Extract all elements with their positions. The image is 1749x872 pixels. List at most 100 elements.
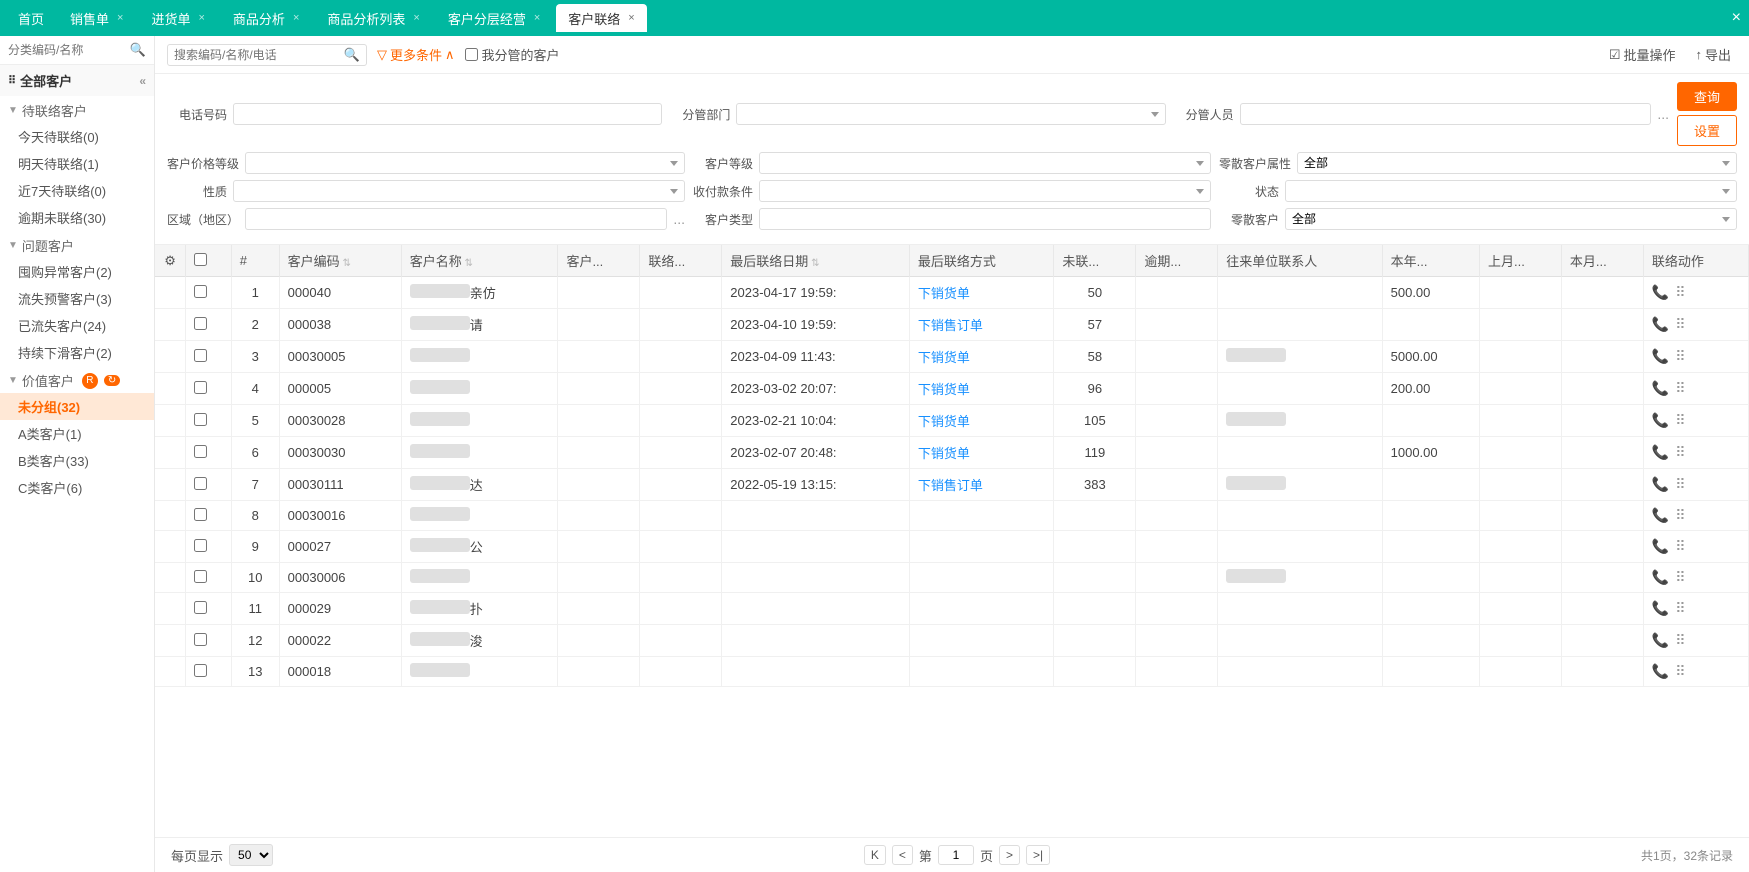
close-sales-icon[interactable]: × — [117, 12, 123, 24]
sidebar-group-problem[interactable]: ▼ 问题客户 — [0, 231, 154, 258]
row-checkbox[interactable] — [194, 413, 207, 426]
settings-column-header[interactable]: ⚙ — [155, 245, 186, 277]
method-link[interactable]: 下销售订单 — [918, 318, 983, 333]
phone-action-icon[interactable]: 📞 — [1652, 284, 1669, 301]
more-action-icon[interactable]: ⠿ — [1675, 600, 1685, 617]
person-input[interactable] — [1240, 103, 1652, 125]
collapse-sidebar-icon[interactable]: « — [139, 74, 146, 88]
sidebar-item-ungrouped[interactable]: 未分组(32) — [0, 393, 154, 420]
more-action-icon[interactable]: ⠿ — [1675, 284, 1685, 301]
window-close-button[interactable]: × — [1732, 9, 1741, 27]
select-all-checkbox[interactable] — [194, 253, 207, 266]
page-prev-btn[interactable]: < — [892, 845, 913, 865]
close-purchase-icon[interactable]: × — [198, 12, 204, 24]
sidebar-item-overdue[interactable]: 逾期未联络(30) — [0, 204, 154, 231]
nav-tab-sales[interactable]: 销售单 × — [58, 4, 135, 32]
sidebar-item-churned[interactable]: 已流失客户(24) — [0, 312, 154, 339]
phone-input[interactable] — [233, 103, 662, 125]
row-checkbox[interactable] — [194, 317, 207, 330]
page-next-btn[interactable]: > — [999, 845, 1020, 865]
row-checkbox[interactable] — [194, 539, 207, 552]
phone-action-icon[interactable]: 📞 — [1652, 569, 1669, 586]
phone-action-icon[interactable]: 📞 — [1652, 348, 1669, 365]
query-button[interactable]: 查询 — [1677, 82, 1737, 111]
nav-tab-analysis[interactable]: 商品分析 × — [221, 4, 311, 32]
row-checkbox[interactable] — [194, 381, 207, 394]
sidebar-item-churn-warning[interactable]: 流失预警客户(3) — [0, 285, 154, 312]
row-checkbox[interactable] — [194, 508, 207, 521]
price-level-select[interactable] — [245, 152, 685, 174]
sidebar-item-hoarding[interactable]: 囤购异常客户(2) — [0, 258, 154, 285]
method-link[interactable]: 下销货单 — [918, 350, 970, 365]
nav-tab-customer-segment[interactable]: 客户分层经营 × — [436, 4, 552, 32]
gender-select[interactable] — [233, 180, 685, 202]
sidebar-group-pending[interactable]: ▼ 待联络客户 — [0, 96, 154, 123]
batch-ops-btn[interactable]: ☑ 批量操作 — [1603, 42, 1682, 67]
region-input[interactable] — [245, 208, 667, 230]
code-column-header[interactable]: 客户编码 — [279, 245, 401, 277]
sidebar-item-today[interactable]: 今天待联络(0) — [0, 123, 154, 150]
retail-attr-select[interactable]: 全部 — [1297, 152, 1737, 174]
phone-action-icon[interactable]: 📞 — [1652, 412, 1669, 429]
phone-action-icon[interactable]: 📞 — [1652, 600, 1669, 617]
close-analysis-icon[interactable]: × — [293, 12, 299, 24]
phone-action-icon[interactable]: 📞 — [1652, 507, 1669, 524]
more-action-icon[interactable]: ⠿ — [1675, 412, 1685, 429]
payment-select[interactable] — [759, 180, 1211, 202]
page-first-btn[interactable]: K — [864, 845, 886, 865]
row-checkbox[interactable] — [194, 601, 207, 614]
row-checkbox[interactable] — [194, 664, 207, 677]
sidebar-item-7days[interactable]: 近7天待联络(0) — [0, 177, 154, 204]
sidebar-search-icon[interactable]: 🔍 — [130, 42, 146, 58]
method-link[interactable]: 下销售订单 — [918, 478, 983, 493]
method-link[interactable]: 下销货单 — [918, 446, 970, 461]
phone-action-icon[interactable]: 📞 — [1652, 316, 1669, 333]
region-more-icon[interactable]: ... — [673, 211, 685, 227]
search-icon[interactable]: 🔍 — [344, 47, 360, 63]
row-checkbox[interactable] — [194, 570, 207, 583]
row-checkbox[interactable] — [194, 633, 207, 646]
phone-action-icon[interactable]: 📞 — [1652, 663, 1669, 680]
row-checkbox[interactable] — [194, 285, 207, 298]
customer-level-select[interactable] — [759, 152, 1211, 174]
more-action-icon[interactable]: ⠿ — [1675, 316, 1685, 333]
nav-tab-purchase[interactable]: 进货单 × — [139, 4, 216, 32]
sidebar-item-declining[interactable]: 持续下滑客户(2) — [0, 339, 154, 366]
more-action-icon[interactable]: ⠿ — [1675, 348, 1685, 365]
name-column-header[interactable]: 客户名称 — [401, 245, 558, 277]
sidebar-item-a-class[interactable]: A类客户(1) — [0, 420, 154, 447]
reset-button[interactable]: 设置 — [1677, 115, 1737, 146]
page-input[interactable] — [938, 845, 974, 865]
sidebar-item-c-class[interactable]: C类客户(6) — [0, 474, 154, 501]
status-select[interactable] — [1285, 180, 1737, 202]
export-btn[interactable]: ↑ 导出 — [1689, 42, 1737, 67]
more-action-icon[interactable]: ⠿ — [1675, 569, 1685, 586]
more-action-icon[interactable]: ⠿ — [1675, 632, 1685, 649]
phone-action-icon[interactable]: 📞 — [1652, 444, 1669, 461]
close-segment-icon[interactable]: × — [534, 12, 540, 24]
all-customers-section[interactable]: ⠿ 全部客户 « — [0, 65, 154, 96]
dept-select[interactable] — [736, 103, 1165, 125]
person-more-icon[interactable]: ... — [1657, 106, 1669, 122]
more-action-icon[interactable]: ⠿ — [1675, 380, 1685, 397]
more-action-icon[interactable]: ⠿ — [1675, 538, 1685, 555]
nav-home[interactable]: 首页 — [8, 9, 54, 28]
row-checkbox[interactable] — [194, 445, 207, 458]
my-customers-check[interactable] — [465, 48, 478, 61]
phone-action-icon[interactable]: 📞 — [1652, 538, 1669, 555]
sidebar-item-tomorrow[interactable]: 明天待联络(1) — [0, 150, 154, 177]
method-link[interactable]: 下销货单 — [918, 414, 970, 429]
phone-action-icon[interactable]: 📞 — [1652, 476, 1669, 493]
nav-tab-customer-contact[interactable]: 客户联络 × — [556, 4, 646, 32]
row-checkbox[interactable] — [194, 349, 207, 362]
phone-action-icon[interactable]: 📞 — [1652, 632, 1669, 649]
sidebar-item-b-class[interactable]: B类客户(33) — [0, 447, 154, 474]
method-link[interactable]: 下销货单 — [918, 286, 970, 301]
more-action-icon[interactable]: ⠿ — [1675, 476, 1685, 493]
phone-action-icon[interactable]: 📞 — [1652, 380, 1669, 397]
more-action-icon[interactable]: ⠿ — [1675, 663, 1685, 680]
customer-type-input[interactable] — [759, 208, 1211, 230]
last-date-column-header[interactable]: 最后联络日期 — [722, 245, 910, 277]
my-customers-checkbox[interactable]: 我分管的客户 — [465, 45, 560, 64]
retail-customer-select[interactable]: 全部 — [1285, 208, 1737, 230]
